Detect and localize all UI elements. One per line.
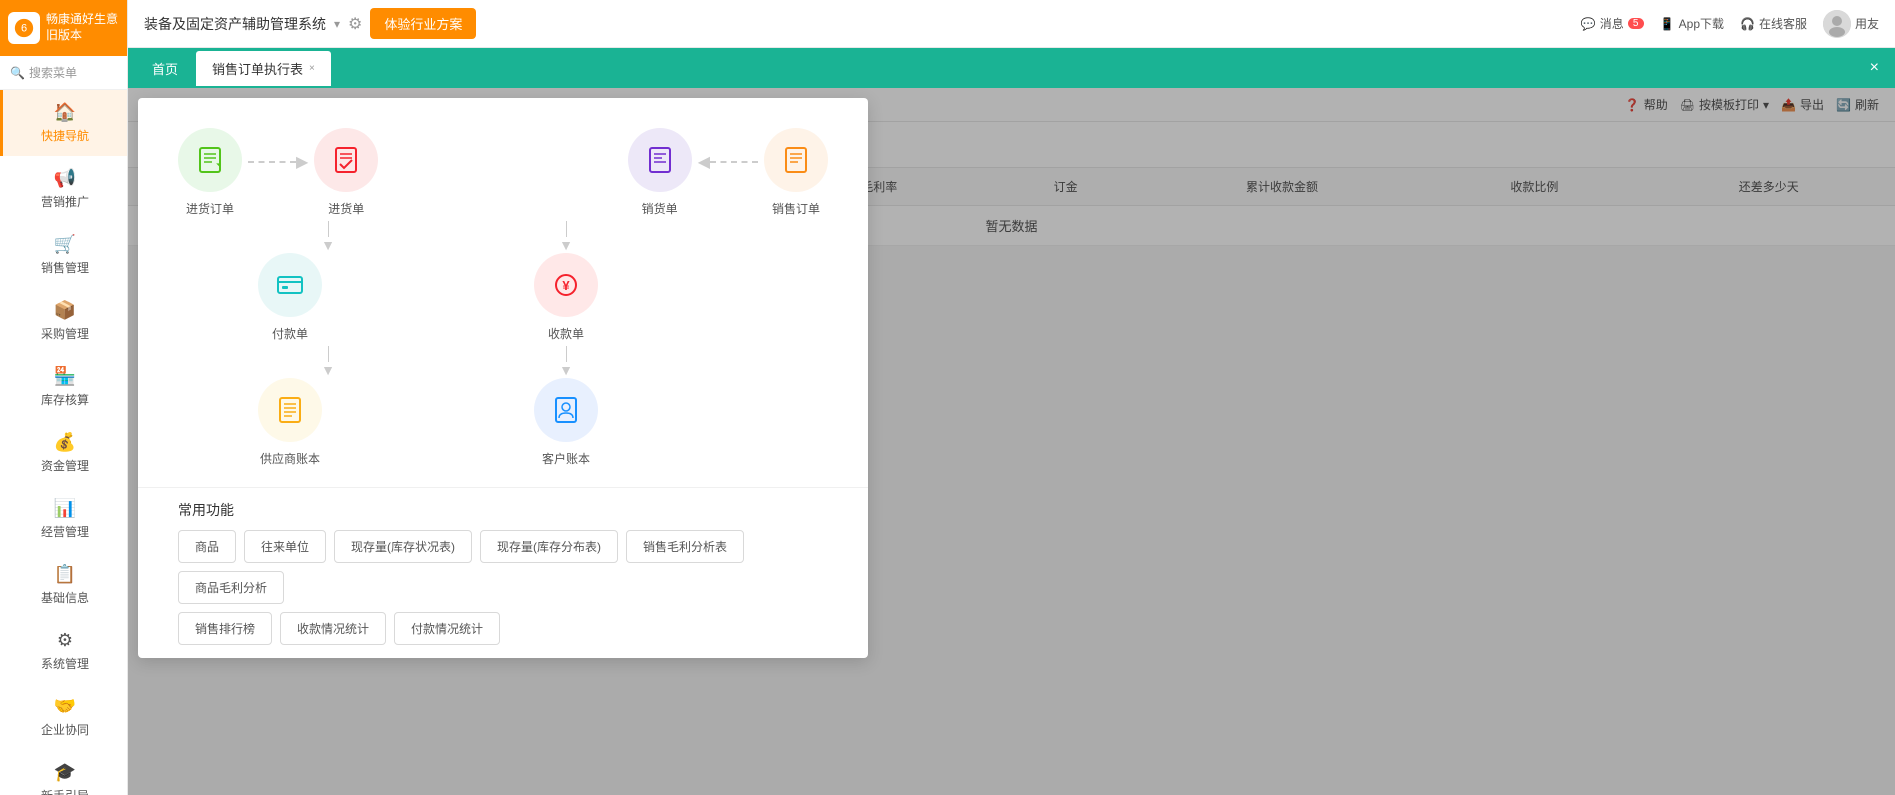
megaphone-icon: 📢 [54,168,76,189]
func-product-profit-analysis[interactable]: 商品毛利分析 [178,571,284,604]
func-receipt-stats[interactable]: 收款情况统计 [280,612,386,645]
sales-order-icon [764,128,828,192]
tab-sales-order[interactable]: 销售订单执行表 × [196,51,331,86]
home-icon: 🏠 [54,102,76,123]
flow-customer-ledger[interactable]: 客户账本 [534,378,598,467]
supplier-ledger-icon [258,378,322,442]
tab-close-icon[interactable]: × [309,63,315,74]
user-profile[interactable]: 用友 [1823,10,1879,38]
flow-receipt[interactable]: ¥ 收款单 [534,253,598,342]
handshake-icon: 🤝 [54,696,76,717]
experience-button[interactable]: 体验行业方案 [370,8,476,39]
settings-icon[interactable]: ⚙ [348,14,362,34]
download-icon: 📱 [1660,17,1675,31]
box-icon: 📦 [54,300,76,321]
quick-nav-panel: 进货订单 ▶ [138,98,868,658]
flow-payment[interactable]: 付款单 [258,253,322,342]
sidebar-item-enterprise[interactable]: 🤝 企业协同 [0,684,127,750]
functions-grid-row2: 销售排行榜 收款情况统计 付款情况统计 [178,612,828,645]
quick-nav-overlay[interactable]: 进货订单 ▶ [128,88,1895,795]
dropdown-arrow-icon[interactable]: ▾ [334,17,340,31]
sidebar-item-sales[interactable]: 🛒 销售管理 [0,222,127,288]
sidebar-item-marketing[interactable]: 📢 营销推广 [0,156,127,222]
search-icon: 🔍 [10,66,25,80]
func-current-stock-dist[interactable]: 现存量(库存分布表) [480,530,618,563]
sidebar-item-operations[interactable]: 📊 经营管理 [0,486,127,552]
flow-section: 进货订单 ▶ [138,98,868,487]
sidebar-nav: 🏠 快捷导航 📢 营销推广 🛒 销售管理 📦 采购管理 🏪 库存核算 💰 [0,90,127,795]
logo-text: 畅康通好生意 旧版本 [46,12,118,43]
content-area: ❓ 帮助 🖨 按模板打印 ▾ 📤 导出 🔄 刷新 [128,88,1895,795]
topbar: 装备及固定资产辅助管理系统 ▾ ⚙ 体验行业方案 💬 消息 5 📱 App下载 … [128,0,1895,48]
flow-purchase-bill[interactable]: 进货单 [314,128,378,217]
func-payment-stats[interactable]: 付款情况统计 [394,612,500,645]
svg-text:¥: ¥ [562,278,570,293]
func-sales-ranking[interactable]: 销售排行榜 [178,612,272,645]
sidebar: 6 畅康通好生意 旧版本 🔍 搜索菜单 🏠 快捷导航 📢 营销推广 🛒 销售管理 [0,0,128,795]
payment-icon [258,253,322,317]
sidebar-item-system[interactable]: ⚙ 系统管理 [0,618,127,684]
system-title: 装备及固定资产辅助管理系统 [144,14,326,34]
clipboard-icon: 📋 [54,564,76,585]
receipt-icon: ¥ [534,253,598,317]
flow-sales-bill[interactable]: 销货单 [628,128,692,217]
flow-supplier-ledger[interactable]: 供应商账本 [258,378,322,467]
topbar-left: 装备及固定资产辅助管理系统 ▾ ⚙ 体验行业方案 [144,8,476,39]
flow-purchase-order[interactable]: 进货订单 [178,128,242,217]
message-button[interactable]: 💬 消息 5 [1581,15,1644,32]
sidebar-item-new-user[interactable]: 🎓 新手引导 [0,750,127,795]
functions-section: 常用功能 商品 往来单位 现存量(库存状况表) 现存量(库存分布表) 销售毛利分… [138,487,868,658]
app-download-button[interactable]: 📱 App下载 [1660,15,1724,32]
logo-icon: 6 [8,12,40,44]
sidebar-item-quick-nav[interactable]: 🏠 快捷导航 [0,90,127,156]
func-sales-profit-analysis[interactable]: 销售毛利分析表 [626,530,744,563]
func-counterpart[interactable]: 往来单位 [244,530,326,563]
chart-icon: 📊 [54,498,76,519]
avatar [1823,10,1851,38]
money-icon: 💰 [54,432,76,453]
tabs-bar-close-icon[interactable]: × [1862,59,1887,77]
sales-bill-icon [628,128,692,192]
store-icon: 🏪 [54,366,76,387]
search-menu[interactable]: 🔍 搜索菜单 [0,56,127,90]
gear-icon: ⚙ [57,630,73,651]
online-service-button[interactable]: 🎧 在线客服 [1740,15,1807,32]
logo-area: 6 畅康通好生意 旧版本 [0,0,127,56]
headset-icon: 🎧 [1740,17,1755,31]
purchase-order-icon [178,128,242,192]
svg-text:6: 6 [21,23,27,35]
topbar-actions: 💬 消息 5 📱 App下载 🎧 在线客服 用友 [1581,10,1879,38]
message-badge: 5 [1628,18,1644,29]
sidebar-item-finance[interactable]: 💰 资金管理 [0,420,127,486]
customer-ledger-icon [534,378,598,442]
tabs-bar: 首页 销售订单执行表 × × [128,48,1895,88]
sidebar-item-basic-info[interactable]: 📋 基础信息 [0,552,127,618]
tab-home[interactable]: 首页 [136,51,194,86]
purchase-bill-icon [314,128,378,192]
sidebar-item-inventory[interactable]: 🏪 库存核算 [0,354,127,420]
cart-icon: 🛒 [54,234,76,255]
functions-grid: 商品 往来单位 现存量(库存状况表) 现存量(库存分布表) 销售毛利分析表 商品… [178,530,828,604]
sidebar-item-purchase[interactable]: 📦 采购管理 [0,288,127,354]
main-content: 装备及固定资产辅助管理系统 ▾ ⚙ 体验行业方案 💬 消息 5 📱 App下载 … [128,0,1895,795]
func-product[interactable]: 商品 [178,530,236,563]
functions-title: 常用功能 [178,488,828,530]
graduation-icon: 🎓 [54,762,76,783]
func-current-stock-status[interactable]: 现存量(库存状况表) [334,530,472,563]
flow-sales-order[interactable]: 销售订单 [764,128,828,217]
message-icon: 💬 [1581,17,1596,31]
